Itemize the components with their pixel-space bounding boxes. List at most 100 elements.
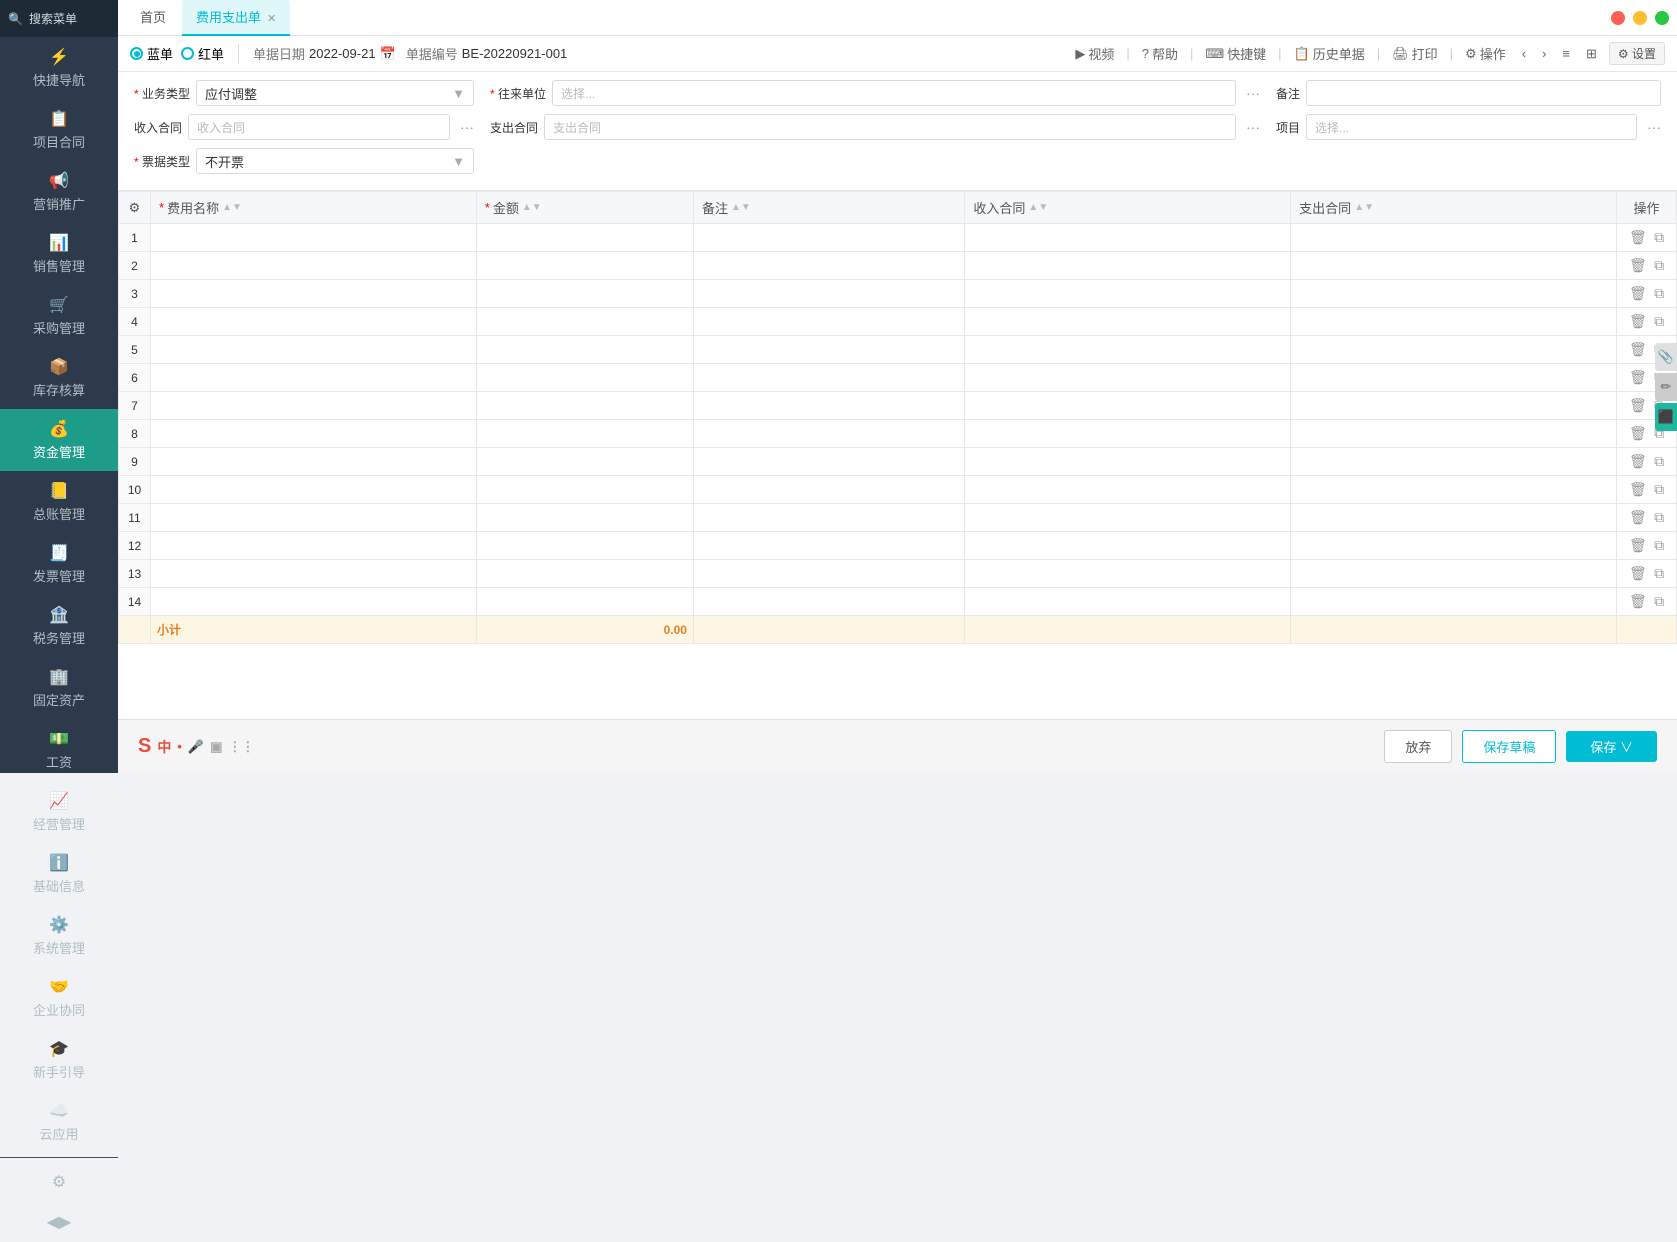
th-amount[interactable]: * 金额 ▲▼ [476,192,693,224]
income-contract-cell[interactable] [965,448,1291,476]
window-close-btn[interactable] [1611,11,1625,25]
sidebar-item-capital-mgmt[interactable]: 💰 资金管理 [0,409,118,471]
ops-btn[interactable]: ⚙ 操作 [1461,42,1510,65]
sidebar-item-operations[interactable]: 📈 经营管理 [0,781,118,843]
expense-name-cell[interactable] [151,504,477,532]
view-list-btn[interactable]: ≡ [1558,44,1574,63]
expense-contract-cell[interactable] [1291,364,1617,392]
amount-cell[interactable] [476,252,693,280]
income-contract-cell[interactable] [965,560,1291,588]
print-btn[interactable]: 🖨 打印 [1388,42,1442,65]
th-expense-contract[interactable]: 支出合同 ▲▼ [1291,192,1617,224]
delete-icon[interactable]: 🗑 [1629,285,1647,301]
expense-contract-cell[interactable] [1291,280,1617,308]
income-contract-cell[interactable] [965,364,1291,392]
delete-icon[interactable]: 🗑 [1629,565,1647,581]
expense-contract-cell[interactable] [1291,336,1617,364]
sidebar-item-enterprise[interactable]: 🤝 企业协同 [0,967,118,1029]
remark-cell[interactable] [693,476,964,504]
save-draft-button[interactable]: 保存草稿 [1462,730,1556,763]
discard-button[interactable]: 放弃 [1384,730,1452,763]
partner-input[interactable]: 选择... [552,80,1236,106]
sidebar-item-sales-mgmt[interactable]: 📊 销售管理 [0,223,118,285]
income-contract-cell[interactable] [965,476,1291,504]
expense-name-cell[interactable] [151,532,477,560]
biz-type-select[interactable]: 应付调整 ▼ [196,80,474,106]
expense-contract-cell[interactable] [1291,532,1617,560]
expense-name-cell[interactable] [151,476,477,504]
settings-btn[interactable]: ⚙ 设置 [1609,42,1665,65]
amount-cell[interactable] [476,588,693,616]
amount-cell[interactable] [476,392,693,420]
remark-cell[interactable] [693,448,964,476]
remark-cell[interactable] [693,252,964,280]
copy-icon[interactable]: ⧉ [1654,229,1664,245]
sidebar-item-ledger[interactable]: 📒 总账管理 [0,471,118,533]
delete-icon[interactable]: 🗑 [1629,537,1647,553]
copy-icon[interactable]: ⧉ [1654,593,1664,609]
sidebar-item-settings[interactable]: ⚙ [0,1162,118,1202]
copy-icon[interactable]: ⧉ [1654,257,1664,273]
amount-cell[interactable] [476,504,693,532]
th-income-contract[interactable]: 收入合同 ▲▼ [965,192,1291,224]
copy-icon[interactable]: ⧉ [1654,509,1664,525]
expense-name-cell[interactable] [151,448,477,476]
sticky-attach-btn[interactable]: 📎 [1655,343,1677,371]
amount-cell[interactable] [476,420,693,448]
copy-icon[interactable]: ⧉ [1654,285,1664,301]
delete-icon[interactable]: 🗑 [1629,369,1647,385]
delete-icon[interactable]: 🗑 [1629,257,1647,273]
window-min-btn[interactable] [1633,11,1647,25]
amount-cell[interactable] [476,364,693,392]
expense-name-cell[interactable] [151,280,477,308]
sidebar-item-tax-mgmt[interactable]: 🏦 税务管理 [0,595,118,657]
remark-cell[interactable] [693,560,964,588]
expense-contract-cell[interactable] [1291,224,1617,252]
income-contract-cell[interactable] [965,532,1291,560]
radio-blue[interactable]: 蓝单 [130,44,173,63]
expense-contract-cell[interactable] [1291,560,1617,588]
expense-name-cell[interactable] [151,252,477,280]
amount-cell[interactable] [476,476,693,504]
sidebar-item-new-guide[interactable]: 🎓 新手引导 [0,1029,118,1091]
expense-contract-cell[interactable] [1291,448,1617,476]
copy-icon[interactable]: ⧉ [1654,453,1664,469]
delete-icon[interactable]: 🗑 [1629,593,1647,609]
income-contract-cell[interactable] [965,588,1291,616]
remark-cell[interactable] [693,224,964,252]
calendar-icon[interactable]: 📅 [380,46,396,62]
expense-contract-more-icon[interactable]: ··· [1246,119,1260,135]
expense-name-cell[interactable] [151,420,477,448]
history-btn[interactable]: 📋 历史单据 [1290,42,1369,65]
invoice-type-select[interactable]: 不开票 ▼ [196,148,474,174]
date-value[interactable]: 2022-09-21 [309,46,376,61]
remark-cell[interactable] [693,336,964,364]
remark-input[interactable] [1306,80,1661,106]
sidebar-item-system-mgmt[interactable]: ⚙️ 系统管理 [0,905,118,967]
sidebar-item-inventory[interactable]: 📦 库存核算 [0,347,118,409]
project-more-icon[interactable]: ··· [1647,119,1661,135]
delete-icon[interactable]: 🗑 [1629,341,1647,357]
expense-name-cell[interactable] [151,308,477,336]
tab-expense-form[interactable]: 费用支出单✕ [182,0,290,36]
amount-cell[interactable] [476,308,693,336]
copy-icon[interactable]: ⧉ [1654,313,1664,329]
expense-name-cell[interactable] [151,392,477,420]
sidebar-item-fixed-assets[interactable]: 🏢 固定资产 [0,657,118,719]
shortcut-btn[interactable]: ⌨ 快捷键 [1201,42,1270,65]
expense-contract-cell[interactable] [1291,392,1617,420]
nav-prev-btn[interactable]: ‹ [1518,44,1530,63]
expense-name-cell[interactable] [151,588,477,616]
remark-cell[interactable] [693,504,964,532]
window-max-btn[interactable] [1655,11,1669,25]
delete-icon[interactable]: 🗑 [1629,229,1647,245]
amount-cell[interactable] [476,560,693,588]
sidebar-item-basic-info[interactable]: ℹ️ 基础信息 [0,843,118,905]
copy-icon[interactable]: ⧉ [1654,565,1664,581]
amount-cell[interactable] [476,448,693,476]
th-gear[interactable]: ⚙ [119,192,151,224]
expense-name-cell[interactable] [151,336,477,364]
remark-cell[interactable] [693,588,964,616]
tab-close-expense-form[interactable]: ✕ [267,13,276,25]
sidebar-item-project-contract[interactable]: 📋 项目合同 [0,99,118,161]
